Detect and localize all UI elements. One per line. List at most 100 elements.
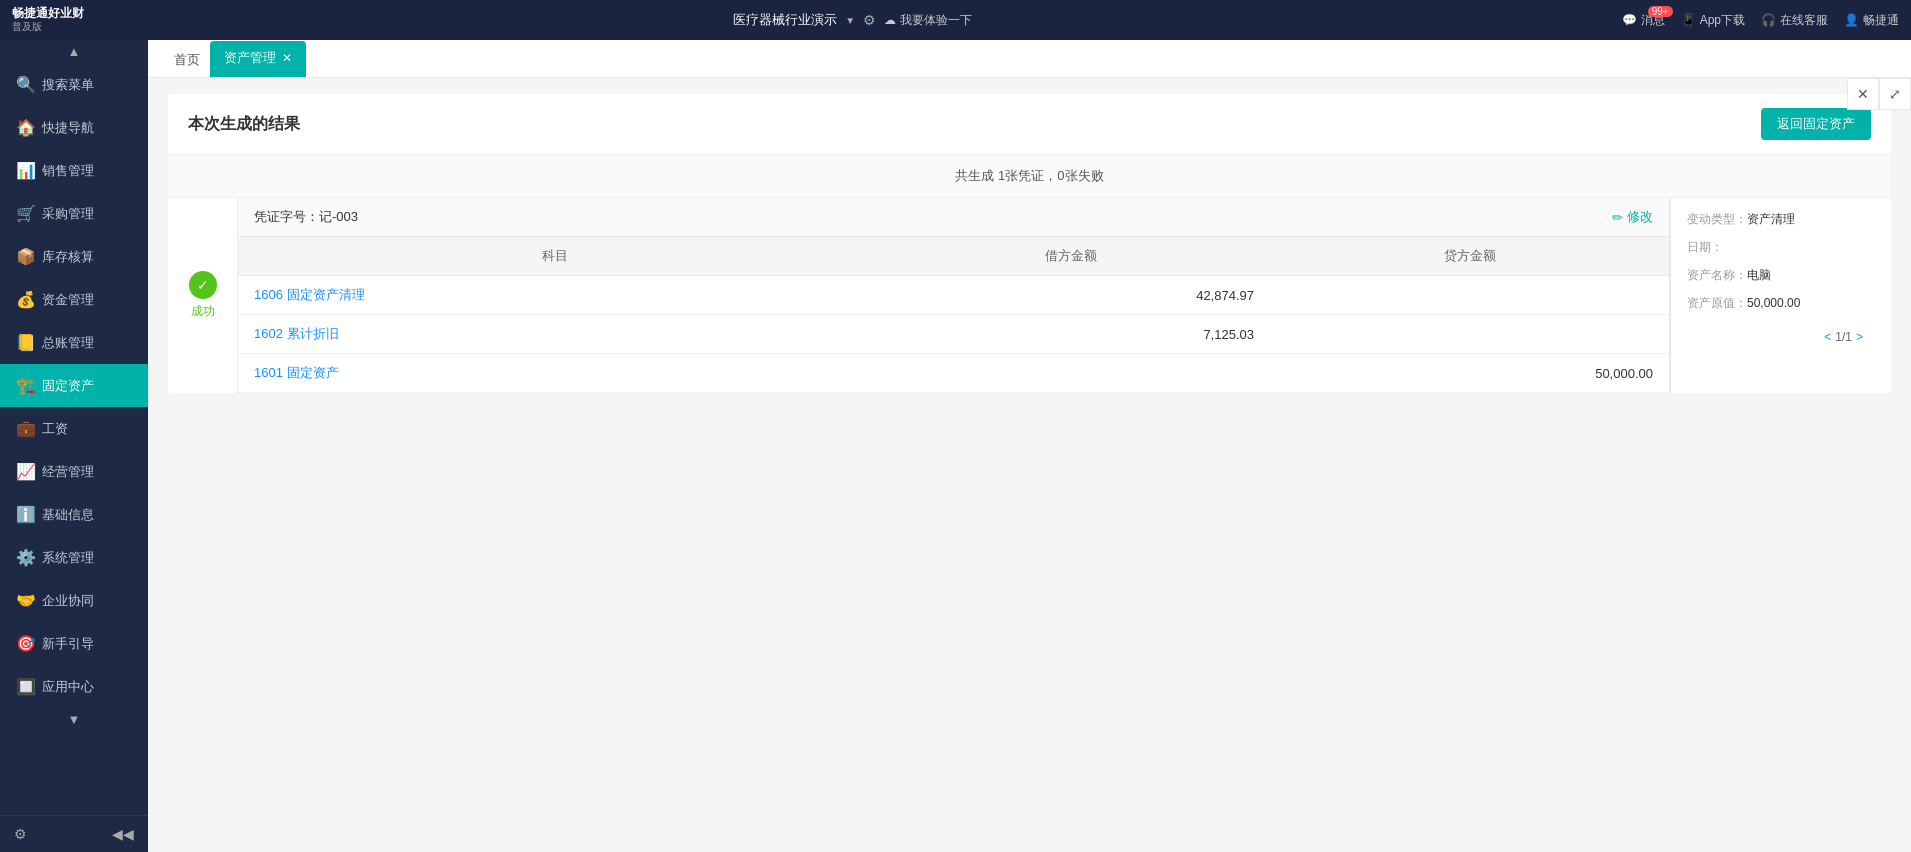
result-panel: 本次生成的结果 返回固定资产 共生成 1张凭证，0张失败 ✓ 成功: [168, 94, 1891, 393]
sales-icon: 📊: [16, 161, 34, 180]
sidebar-item-salary[interactable]: 💼 工资: [0, 407, 148, 450]
table-row: 1602 累计折旧 7,125.03: [238, 315, 1669, 354]
change-type-label: 变动类型：: [1687, 210, 1747, 228]
sidebar-item-search[interactable]: 🔍 搜索菜单: [0, 63, 148, 106]
sidebar-item-sales[interactable]: 📊 销售管理: [0, 149, 148, 192]
username: 畅捷通: [1863, 12, 1899, 29]
user-area[interactable]: 👤 畅捷通: [1844, 12, 1899, 29]
feedback-btn[interactable]: ☁ 我要体验一下: [884, 12, 972, 29]
expand-panel-btn[interactable]: ⤢: [1879, 78, 1911, 110]
sidebar-item-system[interactable]: ⚙️ 系统管理: [0, 536, 148, 579]
apps-icon: 🔲: [16, 677, 34, 696]
dropdown-icon[interactable]: ▼: [845, 15, 855, 26]
sidebar-label-quick-nav: 快捷导航: [42, 119, 94, 137]
original-value-row: 资产原值： 50,000.00: [1687, 294, 1875, 312]
logo-title: 畅捷通好业财: [12, 6, 84, 20]
subject-3: 1601 固定资产: [238, 354, 871, 393]
sidebar-label-apps: 应用中心: [42, 678, 94, 696]
table-row: 1606 固定资产清理 42,874.97: [238, 276, 1669, 315]
voucher-table: 科目 借方金额 贷方金额 1606 固定资产清理 42,874.97: [238, 237, 1669, 393]
sidebar-item-fixed-assets[interactable]: 🏗️ 固定资产: [0, 364, 148, 407]
feedback-label: 我要体验一下: [900, 12, 972, 29]
next-page[interactable]: >: [1856, 330, 1863, 344]
salary-icon: 💼: [16, 419, 34, 438]
tab-asset-management[interactable]: 资产管理 ✕: [210, 41, 306, 77]
messages-badge: 99+: [1648, 6, 1673, 17]
credit-1: [1270, 276, 1669, 315]
sidebar-label-fixed-assets: 固定资产: [42, 377, 94, 395]
change-type-value: 资产清理: [1747, 210, 1795, 228]
sidebar-item-ledger[interactable]: 📒 总账管理: [0, 321, 148, 364]
headset-icon: 🎧: [1761, 13, 1776, 27]
edit-button[interactable]: ✏ 修改: [1612, 208, 1653, 226]
sidebar-label-business: 经营管理: [42, 463, 94, 481]
sidebar-item-purchase[interactable]: 🛒 采购管理: [0, 192, 148, 235]
return-button[interactable]: 返回固定资产: [1761, 108, 1871, 140]
sidebar-label-inventory: 库存核算: [42, 248, 94, 266]
tab-home[interactable]: 首页: [164, 43, 210, 77]
col-header-subject: 科目: [238, 237, 871, 276]
online-service-btn[interactable]: 🎧 在线客服: [1761, 12, 1828, 29]
purchase-icon: 🛒: [16, 204, 34, 223]
result-title: 本次生成的结果: [188, 114, 300, 135]
tab-close-icon[interactable]: ✕: [282, 51, 292, 65]
top-header: 畅捷通好业财 普及版 医疗器械行业演示 ▼ ⚙ ☁ 我要体验一下 💬 消息 99…: [0, 0, 1911, 40]
content-wrapper: 首页 资产管理 ✕ 本次生成的结果 返回固定资产 共生成 1张凭证，0张失败: [148, 40, 1911, 852]
sidebar-item-basic-info[interactable]: ℹ️ 基础信息: [0, 493, 148, 536]
online-service-label: 在线客服: [1780, 12, 1828, 29]
prev-page[interactable]: <: [1824, 330, 1831, 344]
debit-3: [871, 354, 1270, 393]
page-content: 本次生成的结果 返回固定资产 共生成 1张凭证，0张失败 ✓ 成功: [148, 78, 1911, 852]
sidebar-item-guide[interactable]: 🎯 新手引导: [0, 622, 148, 665]
sidebar-item-enterprise[interactable]: 🤝 企业协同: [0, 579, 148, 622]
sidebar-label-guide: 新手引导: [42, 635, 94, 653]
scroll-up[interactable]: ▲: [0, 40, 148, 63]
voucher-header-bar: 凭证字号：记-003 ✏ 修改: [238, 198, 1669, 237]
debit-1: 42,874.97: [871, 276, 1270, 315]
message-icon: 💬: [1622, 13, 1637, 27]
header-right: 💬 消息 99+ 📱 App下载 🎧 在线客服 👤 畅捷通: [1622, 12, 1899, 29]
close-panel-btn[interactable]: ✕: [1847, 78, 1879, 110]
app-download-btn[interactable]: 📱 App下载: [1681, 12, 1745, 29]
enterprise-icon: 🤝: [16, 591, 34, 610]
success-label: 成功: [191, 303, 215, 320]
fixed-assets-icon: 🏗️: [16, 376, 34, 395]
header-left: 畅捷通好业财 普及版: [12, 6, 84, 34]
scroll-down[interactable]: ▼: [0, 708, 148, 731]
asset-name-label: 资产名称：: [1687, 266, 1747, 284]
voucher-main: 凭证字号：记-003 ✏ 修改 科目 借方金额: [238, 198, 1670, 393]
logo-area: 畅捷通好业财 普及版: [12, 6, 84, 34]
sidebar-label-ledger: 总账管理: [42, 334, 94, 352]
user-icon: 👤: [1844, 13, 1859, 27]
voucher-no: 凭证字号：记-003: [254, 208, 358, 226]
guide-icon: 🎯: [16, 634, 34, 653]
original-value-label: 资产原值：: [1687, 294, 1747, 312]
sidebar-item-inventory[interactable]: 📦 库存核算: [0, 235, 148, 278]
sidebar-item-capital[interactable]: 💰 资金管理: [0, 278, 148, 321]
ledger-icon: 📒: [16, 333, 34, 352]
system-icon: ⚙️: [16, 548, 34, 567]
collapse-icon[interactable]: ◀◀: [112, 826, 134, 842]
phone-icon: 📱: [1681, 13, 1696, 27]
subject-2: 1602 累计折旧: [238, 315, 871, 354]
asset-name-row: 资产名称： 电脑: [1687, 266, 1875, 284]
sidebar-item-apps[interactable]: 🔲 应用中心: [0, 665, 148, 708]
sidebar-item-quick-nav[interactable]: 🏠 快捷导航: [0, 106, 148, 149]
original-value-value: 50,000.00: [1747, 294, 1800, 312]
cloud-icon: ☁: [884, 13, 896, 27]
sidebar-bottom: ⚙ ◀◀: [0, 815, 148, 852]
col-header-debit: 借方金额: [871, 237, 1270, 276]
main-layout: ▲ 🔍 搜索菜单 🏠 快捷导航 📊 销售管理 🛒 采购管理 📦 库存核算 💰 资…: [0, 40, 1911, 852]
debit-2: 7,125.03: [871, 315, 1270, 354]
business-icon: 📈: [16, 462, 34, 481]
settings-icon-btn[interactable]: ⚙: [863, 12, 876, 28]
company-name: 医疗器械行业演示: [733, 11, 837, 29]
sidebar-label-sales: 销售管理: [42, 162, 94, 180]
sidebar-item-business[interactable]: 📈 经营管理: [0, 450, 148, 493]
subject-1: 1606 固定资产清理: [238, 276, 871, 315]
date-label: 日期：: [1687, 238, 1747, 256]
voucher-section: ✓ 成功 凭证字号：记-003 ✏ 修改: [168, 198, 1891, 393]
messages-btn[interactable]: 💬 消息 99+: [1622, 12, 1665, 29]
inventory-icon: 📦: [16, 247, 34, 266]
settings-bottom-icon[interactable]: ⚙: [14, 826, 27, 842]
